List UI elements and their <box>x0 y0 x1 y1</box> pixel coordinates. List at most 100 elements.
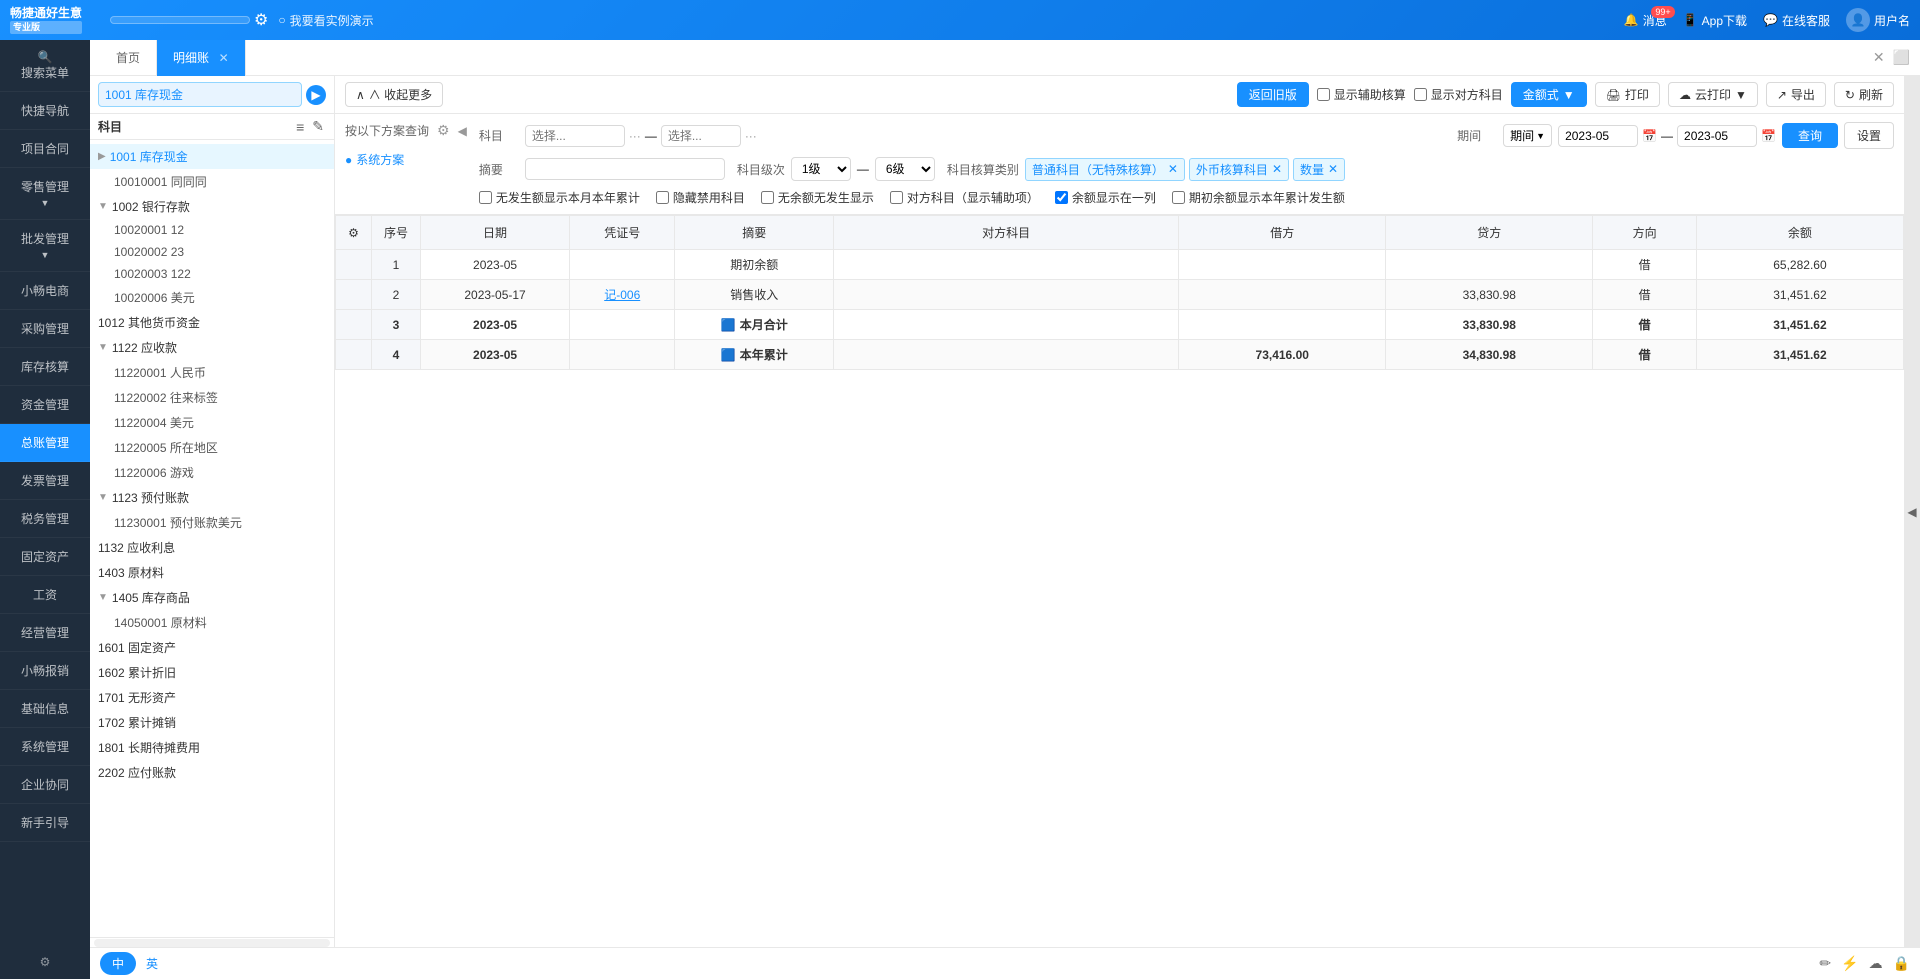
lock-icon[interactable]: 🔒 <box>1893 955 1910 972</box>
print-btn[interactable]: 🖨 打印 <box>1595 82 1660 107</box>
voucher-link[interactable]: 记-006 <box>604 288 640 302</box>
sidebar-item-collab[interactable]: 企业协同 <box>0 766 90 804</box>
level-to-select[interactable]: 6级5级4级 <box>875 157 935 181</box>
account-nav-button[interactable]: ▶ <box>306 85 326 105</box>
tree-item-1122[interactable]: ▼ 1122 应收款 <box>90 335 334 360</box>
tree-icon-btn-2[interactable]: ✎ <box>310 118 326 135</box>
edit-icon[interactable]: ✏ <box>1819 955 1831 972</box>
horizontal-scrollbar[interactable] <box>94 939 330 947</box>
tree-item-1002[interactable]: ▼ 1002 银行存款 <box>90 194 334 219</box>
subject-input[interactable] <box>525 125 625 147</box>
tree-item-10020001[interactable]: 10020001 12 <box>90 219 334 241</box>
period-mode[interactable]: 期间▼ <box>1503 124 1552 147</box>
settings-btn[interactable]: 设置 <box>1844 122 1894 149</box>
option-check-3[interactable]: 对方科目（显示辅助项） <box>890 189 1039 206</box>
sidebar-item-basicinfo[interactable]: 基础信息 <box>0 690 90 728</box>
tag-close-0[interactable]: ✕ <box>1168 162 1178 176</box>
tree-item-1405[interactable]: ▼ 1405 库存商品 <box>90 585 334 610</box>
option-checkbox-5[interactable] <box>1172 191 1185 204</box>
sidebar-item-purchase[interactable]: 采购管理 <box>0 310 90 348</box>
export-btn[interactable]: ↗ 导出 <box>1766 82 1826 107</box>
calendar-icon-1[interactable]: 📅 <box>1642 129 1657 143</box>
tree-item-1801[interactable]: 1801 长期待摊费用 <box>90 735 334 760</box>
tree-item-1702[interactable]: 1702 累计摊销 <box>90 710 334 735</box>
sidebar-item-quicknav[interactable]: 快捷导航 <box>0 92 90 130</box>
tag-close-1[interactable]: ✕ <box>1272 162 1282 176</box>
cloud-icon[interactable]: ☁ <box>1869 955 1883 972</box>
tree-item-10010001[interactable]: 10010001 同同同 <box>90 169 334 194</box>
option-checkbox-4[interactable] <box>1055 191 1068 204</box>
show-contra-checkbox[interactable] <box>1414 88 1427 101</box>
refresh-btn[interactable]: ↻ 刷新 <box>1834 82 1894 107</box>
chinese-lang-btn[interactable]: 中 <box>100 952 136 975</box>
demo-link[interactable]: ○ 我要看实例演示 <box>278 12 373 29</box>
sidebar-item-retail[interactable]: 零售管理 ▼ <box>0 168 90 220</box>
tab-detail[interactable]: 明细账 ✕ <box>157 40 246 76</box>
more-icon[interactable]: ··· <box>629 129 641 143</box>
subject-input-end[interactable] <box>661 125 741 147</box>
option-check-0[interactable]: 无发生额显示本月本年累计 <box>479 189 640 206</box>
show-contra-check[interactable]: 显示对方科目 <box>1414 86 1503 103</box>
table-row[interactable]: 3 2023-05 🟦本月合计 33,830.98 借 31,451.62 <box>336 310 1904 340</box>
table-row[interactable]: 1 2023-05 期初余额 借 65,282.60 <box>336 250 1904 280</box>
table-row[interactable]: 4 2023-05 🟦本年累计 73,416.00 34,830.98 借 31… <box>336 340 1904 370</box>
return-old-version-btn[interactable]: 返回旧版 <box>1237 82 1309 107</box>
search-btn[interactable]: 查询 <box>1782 123 1838 148</box>
settings-icon[interactable]: ⚙ <box>254 10 268 30</box>
tree-item-1001[interactable]: ▶ 1001 库存现金 <box>90 144 334 169</box>
tree-item-11220005[interactable]: 11220005 所在地区 <box>90 435 334 460</box>
sidebar-bottom-settings[interactable]: ⚙ <box>0 945 90 979</box>
right-collapse-panel[interactable]: ◀ <box>1904 76 1920 947</box>
period-end-input[interactable] <box>1677 125 1757 147</box>
summary-input[interactable] <box>525 158 725 180</box>
tree-item-1701[interactable]: 1701 无形资产 <box>90 685 334 710</box>
tree-item-1123[interactable]: ▼ 1123 预付账款 <box>90 485 334 510</box>
tab-close-icon[interactable]: ✕ <box>219 51 229 65</box>
level-from-select[interactable]: 1级2级3级 <box>791 157 851 181</box>
sidebar-item-ecommerce[interactable]: 小畅电商 <box>0 272 90 310</box>
account-panel-scrollbar[interactable] <box>90 937 334 947</box>
online-service-btn[interactable]: 💬 在线客服 <box>1763 12 1830 29</box>
show-aux-check[interactable]: 显示辅助核算 <box>1317 86 1406 103</box>
option-checkbox-2[interactable] <box>761 191 774 204</box>
more-icon-2[interactable]: ··· <box>745 129 757 143</box>
th-settings[interactable]: ⚙ <box>336 216 372 250</box>
tag-close-2[interactable]: ✕ <box>1328 162 1338 176</box>
tree-icon-btn-1[interactable]: ≡ <box>294 118 306 135</box>
query-settings-btn[interactable]: ⚙ <box>437 122 450 139</box>
tree-item-11220004[interactable]: 11220004 美元 <box>90 410 334 435</box>
query-collapse-btn[interactable]: ◀ <box>458 124 467 138</box>
tree-item-1132[interactable]: 1132 应收利息 <box>90 535 334 560</box>
tree-item-10020006[interactable]: 10020006 美元 <box>90 285 334 310</box>
sidebar-item-expense[interactable]: 小畅报销 <box>0 652 90 690</box>
sidebar-item-search[interactable]: 🔍 搜索菜单 <box>0 40 90 92</box>
panel-maximize-button[interactable]: ⬜ <box>1893 49 1910 66</box>
panel-close-button[interactable]: ✕ <box>1873 49 1885 66</box>
notification-btn[interactable]: 🔔 消息 99+ <box>1624 12 1667 29</box>
header-search-box[interactable] <box>110 16 250 24</box>
period-start-input[interactable] <box>1558 125 1638 147</box>
cloud-print-btn[interactable]: ☁ 云打印 ▼ <box>1668 82 1758 107</box>
sidebar-item-system[interactable]: 系统管理 <box>0 728 90 766</box>
sidebar-item-funds[interactable]: 资金管理 <box>0 386 90 424</box>
sidebar-item-business[interactable]: 经营管理 <box>0 614 90 652</box>
sidebar-item-fixedassets[interactable]: 固定资产 <box>0 538 90 576</box>
app-download-btn[interactable]: 📱 App下载 <box>1683 12 1747 29</box>
tree-item-11220006[interactable]: 11220006 游戏 <box>90 460 334 485</box>
option-checkbox-1[interactable] <box>656 191 669 204</box>
sidebar-item-inventory[interactable]: 库存核算 <box>0 348 90 386</box>
option-check-2[interactable]: 无余额无发生显示 <box>761 189 874 206</box>
td-voucher-1[interactable]: 记-006 <box>570 280 675 310</box>
english-lang-label[interactable]: 英 <box>146 955 158 972</box>
tree-item-1602[interactable]: 1602 累计折旧 <box>90 660 334 685</box>
sidebar-item-ledger[interactable]: 总账管理 <box>0 424 90 462</box>
sidebar-item-invoice[interactable]: 发票管理 <box>0 462 90 500</box>
table-row[interactable]: 2 2023-05-17 记-006 销售收入 33,830.98 借 31,4… <box>336 280 1904 310</box>
show-aux-checkbox[interactable] <box>1317 88 1330 101</box>
tree-item-1012[interactable]: 1012 其他货币资金 <box>90 310 334 335</box>
option-check-5[interactable]: 期初余额显示本年累计发生额 <box>1172 189 1345 206</box>
sidebar-item-wholesale[interactable]: 批发管理 ▼ <box>0 220 90 272</box>
option-check-1[interactable]: 隐藏禁用科目 <box>656 189 745 206</box>
sidebar-item-tax[interactable]: 税务管理 <box>0 500 90 538</box>
tree-item-11230001[interactable]: 11230001 预付账款美元 <box>90 510 334 535</box>
